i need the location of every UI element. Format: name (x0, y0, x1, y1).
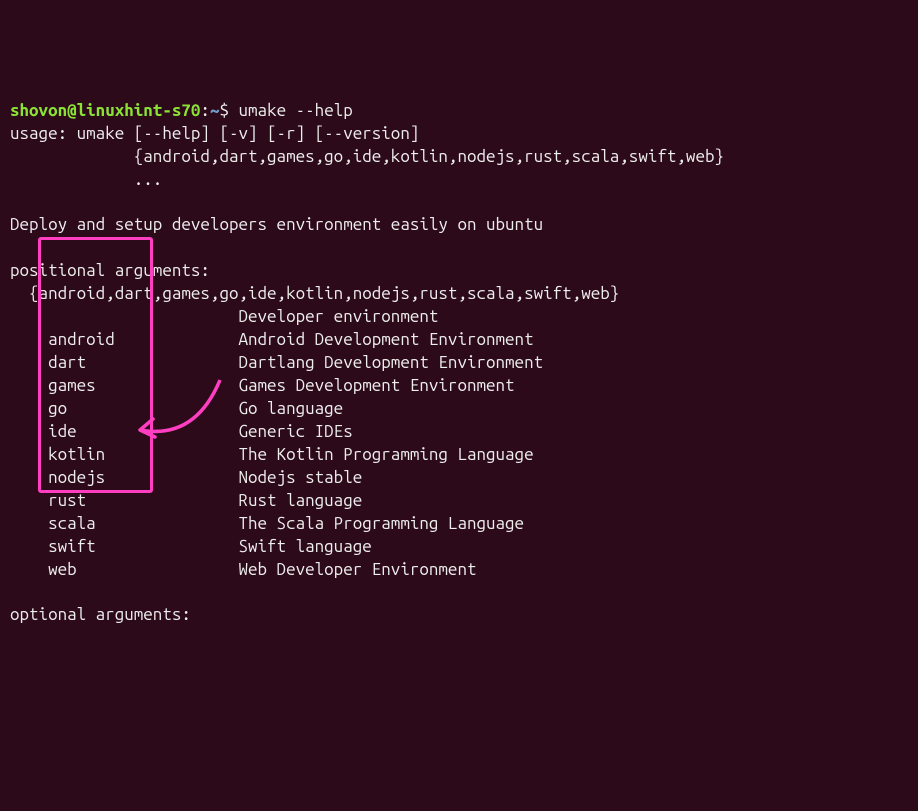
arg-row: games Games Development Environment (10, 376, 515, 395)
prompt-dollar: $ (219, 101, 238, 120)
arg-row: swift Swift language (10, 537, 372, 556)
description: Deploy and setup developers environment … (10, 215, 543, 234)
optional-header: optional arguments: (10, 605, 191, 624)
usage-line-3: ... (10, 170, 162, 189)
positional-choices: {android,dart,games,go,ide,kotlin,nodejs… (10, 284, 619, 303)
arg-row: scala The Scala Programming Language (10, 514, 524, 533)
terminal-prompt: shovon@linuxhint-s70:~$ (10, 101, 239, 120)
prompt-colon: : (200, 101, 210, 120)
command-input[interactable]: umake --help (239, 101, 353, 120)
usage-line-1: usage: umake [--help] [-v] [-r] [--versi… (10, 124, 419, 143)
args-list: android Android Development Environment … (10, 329, 908, 581)
prompt-user: shovon@linuxhint-s70 (10, 101, 200, 120)
arg-row: rust Rust language (10, 491, 362, 510)
arg-row: go Go language (10, 399, 343, 418)
positional-header: positional arguments: (10, 261, 210, 280)
arg-row: nodejs Nodejs stable (10, 468, 362, 487)
arg-row: ide Generic IDEs (10, 422, 353, 441)
arg-row: kotlin The Kotlin Programming Language (10, 445, 534, 464)
env-header-desc: Developer environment (10, 307, 438, 326)
usage-line-2: {android,dart,games,go,ide,kotlin,nodejs… (10, 147, 724, 166)
arg-row: android Android Development Environment (10, 330, 534, 349)
arg-row: dart Dartlang Development Environment (10, 353, 543, 372)
arg-row: web Web Developer Environment (10, 560, 476, 579)
